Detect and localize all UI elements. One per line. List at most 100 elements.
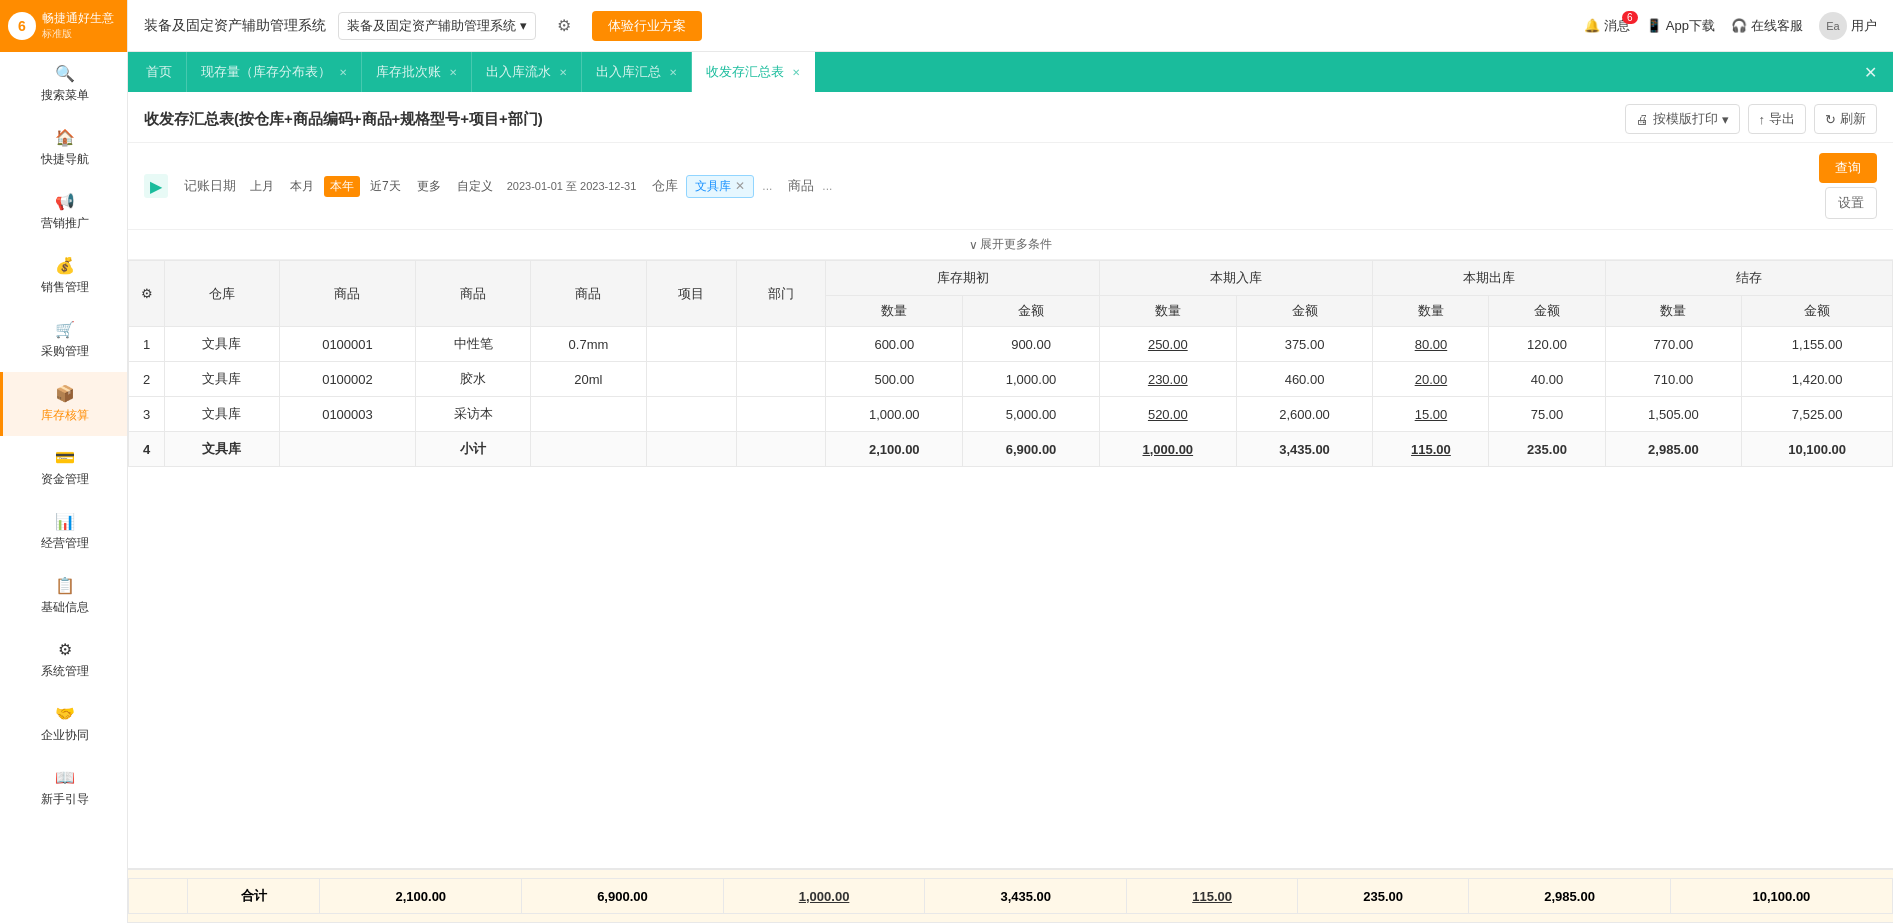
date-btn-this-year[interactable]: 本年 [324, 176, 360, 197]
avatar: Ea [1819, 12, 1847, 40]
row-out-qty-link[interactable]: 20.00 [1415, 372, 1448, 387]
notification-action[interactable]: 🔔 消息 6 [1584, 17, 1630, 35]
sidebar-item-sales[interactable]: 💰 销售管理 [0, 244, 127, 308]
warehouse-filter-group: 仓库 文具库 ✕ ... [652, 175, 772, 198]
sidebar-item-ops[interactable]: 📊 经营管理 [0, 500, 127, 564]
date-btn-custom[interactable]: 自定义 [451, 176, 499, 197]
open-amt-header: 金额 [963, 296, 1100, 327]
tab-recv-send[interactable]: 收发存汇总表 ✕ [692, 52, 815, 92]
tab-stock-dist[interactable]: 现存量（库存分布表） ✕ [187, 52, 362, 92]
headset-icon: 🎧 [1731, 18, 1747, 33]
chevron-down-icon: ▾ [1722, 112, 1729, 127]
row-in-amt: 3,435.00 [1236, 432, 1373, 467]
warehouse-tag[interactable]: 文具库 ✕ [686, 175, 754, 198]
system-dropdown[interactable]: 装备及固定资产辅助管理系统 ▾ [338, 12, 536, 40]
table-row: 4文具库小计2,100.006,900.001,000.003,435.0011… [129, 432, 1893, 467]
finance-icon: 💳 [55, 448, 75, 467]
product-more[interactable]: ... [822, 179, 832, 193]
settings-col-header[interactable]: ⚙ [129, 261, 165, 327]
sidebar-item-purchase[interactable]: 🛒 采购管理 [0, 308, 127, 372]
row-dept [736, 362, 826, 397]
sidebar-item-quick-nav[interactable]: 🏠 快捷导航 [0, 116, 127, 180]
tab-summary[interactable]: 出入库汇总 ✕ [582, 52, 692, 92]
table-row: 1文具库0100001中性笔0.7mm600.00900.00250.00375… [129, 327, 1893, 362]
table-wrapper: ⚙ 仓库 商品 商品 商品 项目 部门 库存期初 本期入库 本期出库 结存 [128, 260, 1893, 868]
row-in-qty-link[interactable]: 520.00 [1148, 407, 1188, 422]
row-spec [530, 397, 646, 432]
row-out-amt: 235.00 [1489, 432, 1605, 467]
row-num: 1 [129, 327, 165, 362]
row-out-qty-link[interactable]: 115.00 [1411, 442, 1451, 457]
app-download-action[interactable]: 📱 App下载 [1646, 17, 1715, 35]
sidebar-item-basic[interactable]: 📋 基础信息 [0, 564, 127, 628]
tab-close-icon[interactable]: ✕ [559, 67, 567, 78]
refresh-icon: ↻ [1825, 112, 1836, 127]
sidebar-item-corp[interactable]: 🤝 企业协同 [0, 692, 127, 756]
tab-home[interactable]: 首页 [132, 52, 187, 92]
query-button[interactable]: 查询 [1819, 153, 1877, 183]
refresh-button[interactable]: ↻ 刷新 [1814, 104, 1877, 134]
row-in-qty[interactable]: 230.00 [1099, 362, 1236, 397]
search-nav-icon: 🔍 [55, 64, 75, 83]
row-in-qty-link[interactable]: 1,000.00 [1142, 442, 1193, 457]
online-service-action[interactable]: 🎧 在线客服 [1731, 17, 1803, 35]
row-warehouse: 文具库 [165, 397, 280, 432]
date-filter-group: 记账日期 上月 本月 本年 近7天 更多 自定义 2023-01-01 至 20… [184, 176, 636, 197]
date-btn-7days[interactable]: 近7天 [364, 176, 407, 197]
warehouse-more[interactable]: ... [762, 179, 772, 193]
settings-icon-btn[interactable]: ⚙ [548, 10, 580, 42]
export-button[interactable]: ↑ 导出 [1748, 104, 1807, 134]
try-button[interactable]: 体验行业方案 [592, 11, 702, 41]
sidebar-item-stock[interactable]: 📦 库存核算 [0, 372, 127, 436]
row-open-qty: 600.00 [826, 327, 963, 362]
user-action[interactable]: Ea 用户 [1819, 12, 1877, 40]
row-out-qty[interactable]: 20.00 [1373, 362, 1489, 397]
footer-out-qty-link[interactable]: 115.00 [1192, 889, 1232, 904]
out-qty-header: 数量 [1373, 296, 1489, 327]
page-container: 收发存汇总表(按仓库+商品编码+商品+规格型号+项目+部门) 🖨 按模版打印 ▾… [128, 92, 1893, 923]
tab-close-icon[interactable]: ✕ [339, 67, 347, 78]
date-btn-this-month[interactable]: 本月 [284, 176, 320, 197]
row-open-amt: 1,000.00 [963, 362, 1100, 397]
print-button[interactable]: 🖨 按模版打印 ▾ [1625, 104, 1740, 134]
row-close-amt: 10,100.00 [1742, 432, 1893, 467]
row-in-qty-link[interactable]: 230.00 [1148, 372, 1188, 387]
tab-flow[interactable]: 出入库流水 ✕ [472, 52, 582, 92]
expand-conditions-button[interactable]: ∨ 展开更多条件 [969, 236, 1052, 253]
row-out-qty[interactable]: 80.00 [1373, 327, 1489, 362]
row-in-qty[interactable]: 1,000.00 [1099, 432, 1236, 467]
warehouse-tag-close[interactable]: ✕ [735, 179, 745, 193]
date-btn-more[interactable]: 更多 [411, 176, 447, 197]
filter-expand-arrow[interactable]: ▶ [144, 174, 168, 198]
table-footer: 合计2,100.006,900.001,000.003,435.00115.00… [128, 868, 1893, 923]
tab-close-icon[interactable]: ✕ [792, 67, 800, 78]
sidebar-item-finance[interactable]: 💳 资金管理 [0, 436, 127, 500]
out-amt-header: 金额 [1489, 296, 1605, 327]
tab-close-icon[interactable]: ✕ [669, 67, 677, 78]
row-out-qty-link[interactable]: 15.00 [1415, 407, 1448, 422]
row-in-qty[interactable]: 520.00 [1099, 397, 1236, 432]
settings-button[interactable]: 设置 [1825, 187, 1877, 219]
row-warehouse: 文具库 [165, 432, 280, 467]
tab-label: 现存量（库存分布表） [201, 63, 331, 81]
table-row: 3文具库0100003采访本1,000.005,000.00520.002,60… [129, 397, 1893, 432]
tabs-close-all[interactable]: ✕ [1852, 63, 1889, 82]
sidebar-item-search[interactable]: 🔍 搜索菜单 [0, 52, 127, 116]
footer-in-qty-link[interactable]: 1,000.00 [799, 889, 850, 904]
row-out-qty[interactable]: 15.00 [1373, 397, 1489, 432]
guide-icon: 📖 [55, 768, 75, 787]
tab-close-icon[interactable]: ✕ [449, 67, 457, 78]
row-out-amt: 120.00 [1489, 327, 1605, 362]
row-out-qty[interactable]: 115.00 [1373, 432, 1489, 467]
date-btn-last-month[interactable]: 上月 [244, 176, 280, 197]
row-close-amt: 1,155.00 [1742, 327, 1893, 362]
row-out-qty-link[interactable]: 80.00 [1415, 337, 1448, 352]
row-in-qty[interactable]: 250.00 [1099, 327, 1236, 362]
tab-batch[interactable]: 库存批次账 ✕ [362, 52, 472, 92]
system-title: 装备及固定资产辅助管理系统 [144, 17, 326, 35]
row-open-amt: 6,900.00 [963, 432, 1100, 467]
row-in-qty-link[interactable]: 250.00 [1148, 337, 1188, 352]
sidebar-item-marketing[interactable]: 📢 营销推广 [0, 180, 127, 244]
sidebar-item-system[interactable]: ⚙ 系统管理 [0, 628, 127, 692]
sidebar-item-guide[interactable]: 📖 新手引导 [0, 756, 127, 820]
